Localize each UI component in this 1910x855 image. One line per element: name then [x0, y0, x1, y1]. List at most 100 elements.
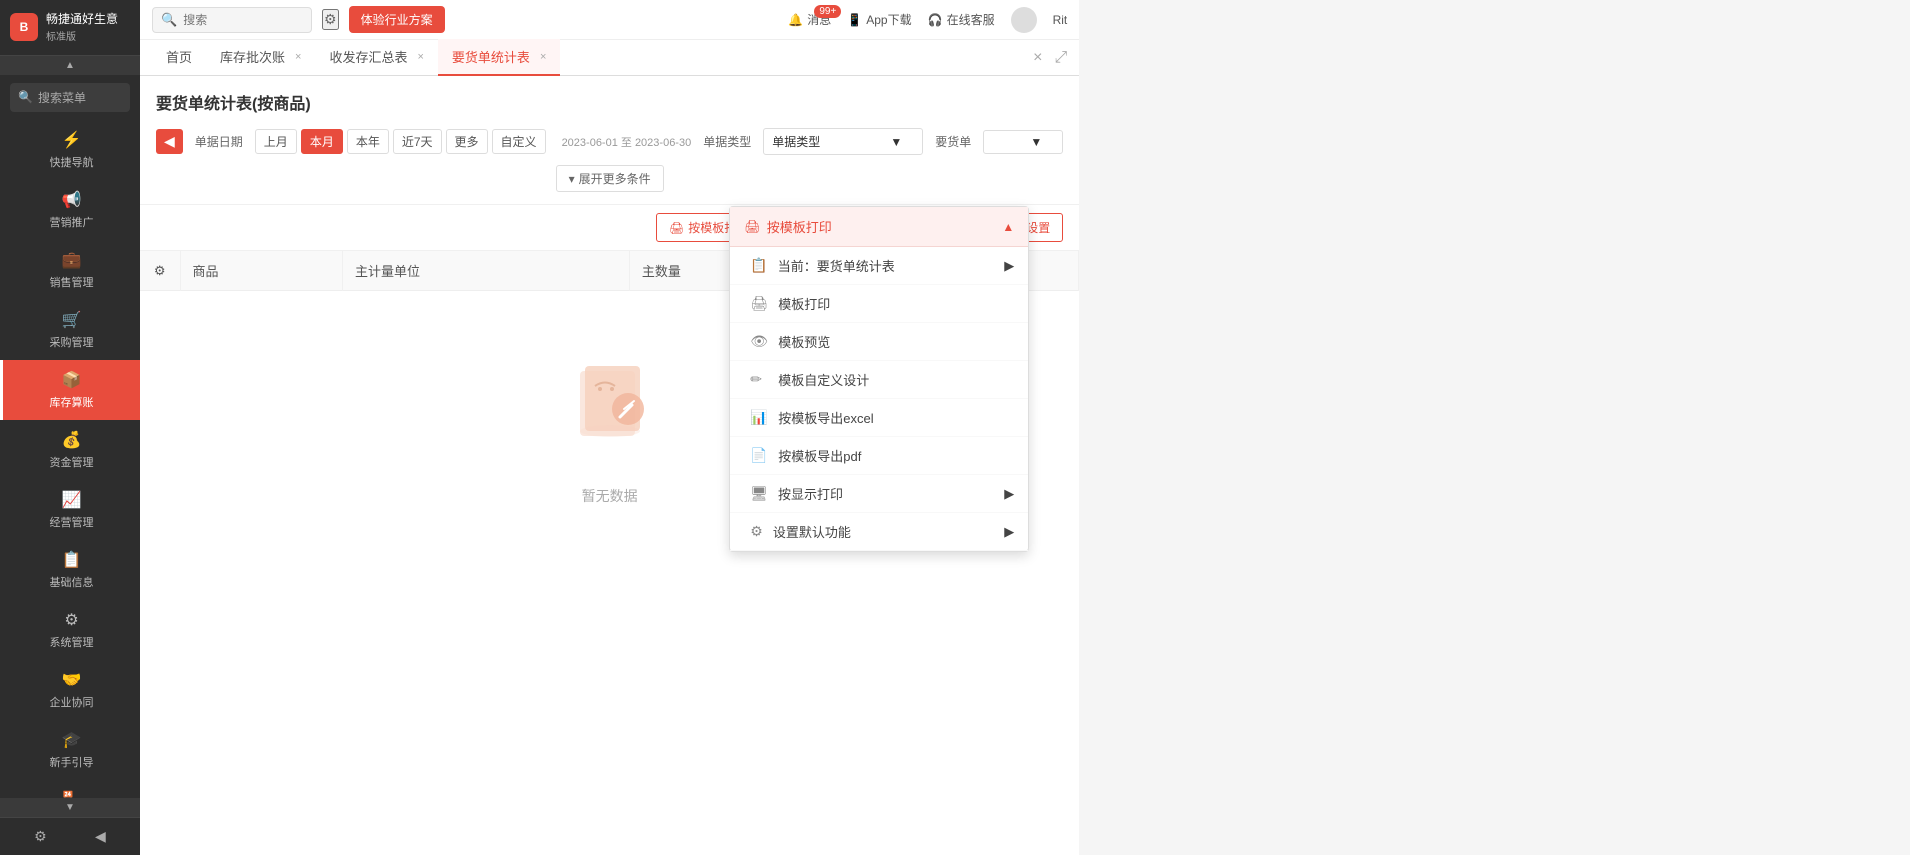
sidebar-item-label: 企业协同	[50, 694, 94, 710]
search-menu-label: 搜索菜单	[38, 89, 86, 106]
export-excel-item[interactable]: 📊 按模板导出excel	[730, 399, 1028, 437]
collab-icon: 🤝	[62, 670, 82, 690]
default-func-item[interactable]: ⚙ 设置默认功能 ▶	[730, 513, 1028, 551]
display-print-label: 按显示打印	[778, 484, 843, 503]
template-design-icon: ✏	[750, 371, 768, 388]
sidebar-item-operations[interactable]: 📈 经营管理	[0, 480, 140, 540]
tab-home[interactable]: 首页	[152, 39, 206, 76]
template-print-item[interactable]: 🖨 模板打印	[730, 285, 1028, 323]
basic-info-icon: 📋	[62, 550, 82, 570]
display-print-icon: 🖥	[750, 485, 768, 502]
finance-icon: 💰	[62, 430, 82, 450]
expand-icon: ▾	[569, 172, 575, 186]
template-design-item[interactable]: ✏ 模板自定义设计	[730, 361, 1028, 399]
topbar: 🔍 ⚙ 体验行业方案 🔔 消息 99+ 📱 App下载 🎧 在线客服	[140, 0, 1079, 40]
inventory-icon: 📦	[62, 370, 82, 390]
date-btn-this-year[interactable]: 本年	[347, 129, 389, 154]
empty-text: 暂无数据	[582, 486, 638, 506]
empty-icon	[560, 351, 660, 470]
sidebar-item-label: 基础信息	[50, 574, 94, 590]
app-logo: B 畅捷通好生意 标准版	[0, 0, 140, 56]
sidebar-settings-button[interactable]: ⚙	[34, 828, 47, 845]
current-arrow: ▶	[1004, 258, 1014, 274]
app-name: 畅捷通好生意	[46, 12, 118, 28]
default-func-inner: ⚙ 设置默认功能	[750, 522, 851, 541]
tab-close-all[interactable]: ×	[1033, 49, 1042, 67]
tab-expand[interactable]: ⤢	[1054, 49, 1067, 67]
table-col-settings[interactable]: ⚙	[140, 251, 180, 291]
sidebar-item-quick-nav[interactable]: ⚡ 快捷导航	[0, 120, 140, 180]
tab-receipt-summary-close[interactable]: ×	[417, 51, 423, 63]
sidebar-item-label: 快捷导航	[50, 154, 94, 170]
print-current-item[interactable]: 📋 当前：要货单统计表 ▶	[730, 247, 1028, 285]
print-title-icon: 🖨	[744, 219, 761, 235]
filter-collapse-button[interactable]: ◀	[156, 129, 183, 154]
tab-order-stats-close[interactable]: ×	[540, 51, 546, 63]
date-btn-last-month[interactable]: 上月	[255, 129, 297, 154]
export-pdf-label: 按模板导出pdf	[778, 446, 861, 465]
sidebar-item-label: 销售管理	[50, 274, 94, 290]
date-btn-more[interactable]: 更多	[446, 129, 488, 154]
date-btn-this-month[interactable]: 本月	[301, 129, 343, 154]
guide-icon: 🎓	[62, 730, 82, 750]
topbar-search-icon: 🔍	[161, 12, 177, 28]
order-type-select[interactable]: ▼	[983, 130, 1063, 154]
sidebar-scroll-up[interactable]: ▲	[0, 56, 140, 75]
date-btn-7days[interactable]: 近7天	[393, 129, 442, 154]
tab-order-stats[interactable]: 要货单统计表 ×	[438, 39, 560, 76]
export-pdf-item[interactable]: 📄 按模板导出pdf	[730, 437, 1028, 475]
type-select[interactable]: 单据类型 ▼	[763, 128, 923, 155]
online-support-button[interactable]: 🎧 在线客服	[928, 11, 995, 28]
sidebar-item-inventory[interactable]: 📦 库存算账	[0, 360, 140, 420]
template-preview-item[interactable]: 👁 模板预览	[730, 323, 1028, 361]
app-download-label: App下载	[866, 11, 911, 28]
sidebar-item-label: 资金管理	[50, 454, 94, 470]
display-print-inner: 🖥 按显示打印	[750, 484, 843, 503]
messages-button[interactable]: 🔔 消息 99+	[788, 11, 831, 28]
print-dropdown-header[interactable]: 🖨 按模板打印 ▲	[730, 207, 1028, 247]
tab-inventory-batch-close[interactable]: ×	[295, 51, 301, 63]
sidebar-item-basic-info[interactable]: 📋 基础信息	[0, 540, 140, 600]
display-print-item[interactable]: 🖥 按显示打印 ▶	[730, 475, 1028, 513]
display-print-arrow: ▶	[1004, 486, 1014, 502]
sidebar-item-guide[interactable]: 🎓 新手引导	[0, 720, 140, 780]
sidebar-item-app-center[interactable]: 🏪 应用中心	[0, 780, 140, 798]
sidebar-item-sales[interactable]: 💼 销售管理	[0, 240, 140, 300]
sidebar-search-container: 🔍 搜索菜单	[0, 75, 140, 120]
sidebar-item-finance[interactable]: 💰 资金管理	[0, 420, 140, 480]
sidebar-item-purchase[interactable]: 🛒 采购管理	[0, 300, 140, 360]
sidebar-scroll-down[interactable]: ▼	[0, 798, 140, 817]
print-dropdown-collapse-arrow[interactable]: ▲	[1002, 220, 1014, 234]
col-settings-icon[interactable]: ⚙	[154, 263, 166, 278]
sidebar-item-collab[interactable]: 🤝 企业协同	[0, 660, 140, 720]
tab-home-label: 首页	[166, 47, 192, 66]
download-icon: 📱	[847, 13, 862, 27]
current-label: 当前：要货单统计表	[778, 256, 895, 275]
tab-inventory-batch[interactable]: 库存批次账 ×	[206, 39, 315, 76]
expand-more-button[interactable]: ▾ 展开更多条件	[556, 165, 664, 192]
sidebar-nav: ⚡ 快捷导航 📢 营销推广 💼 销售管理 🛒 采购管理 📦 库存算账 💰	[0, 120, 140, 798]
date-btn-custom[interactable]: 自定义	[492, 129, 546, 154]
date-label: 单据日期	[195, 133, 243, 150]
purchase-icon: 🛒	[62, 310, 82, 330]
sidebar-collapse-button[interactable]: ◀	[95, 828, 106, 845]
sidebar-item-label: 库存算账	[50, 394, 94, 410]
table-col-product: 商品	[180, 251, 343, 291]
tab-inventory-batch-label: 库存批次账	[220, 47, 285, 66]
topbar-search-input[interactable]	[183, 13, 283, 27]
page-title: 要货单统计表(按商品)	[156, 96, 311, 113]
search-menu-button[interactable]: 🔍 搜索菜单	[10, 83, 130, 112]
order-type-arrow: ▼	[1030, 135, 1042, 149]
page-header: 要货单统计表(按商品)	[140, 76, 1079, 122]
trial-button[interactable]: 体验行业方案	[349, 6, 445, 33]
topbar-gear-button[interactable]: ⚙	[322, 9, 339, 30]
export-excel-label: 按模板导出excel	[778, 408, 873, 427]
messages-count: 99+	[814, 5, 841, 18]
table-col-unit: 主计量单位	[343, 251, 630, 291]
app-download-button[interactable]: 📱 App下载	[847, 11, 911, 28]
print-dropdown: 🖨 按模板打印 ▲ 📋 当前：要货单统计表 ▶ 🖨 模板打印	[729, 206, 1029, 552]
sidebar-item-system[interactable]: ⚙ 系统管理	[0, 600, 140, 660]
sidebar-item-marketing[interactable]: 📢 营销推广	[0, 180, 140, 240]
avatar[interactable]	[1011, 7, 1037, 33]
tab-receipt-summary[interactable]: 收发存汇总表 ×	[315, 39, 437, 76]
